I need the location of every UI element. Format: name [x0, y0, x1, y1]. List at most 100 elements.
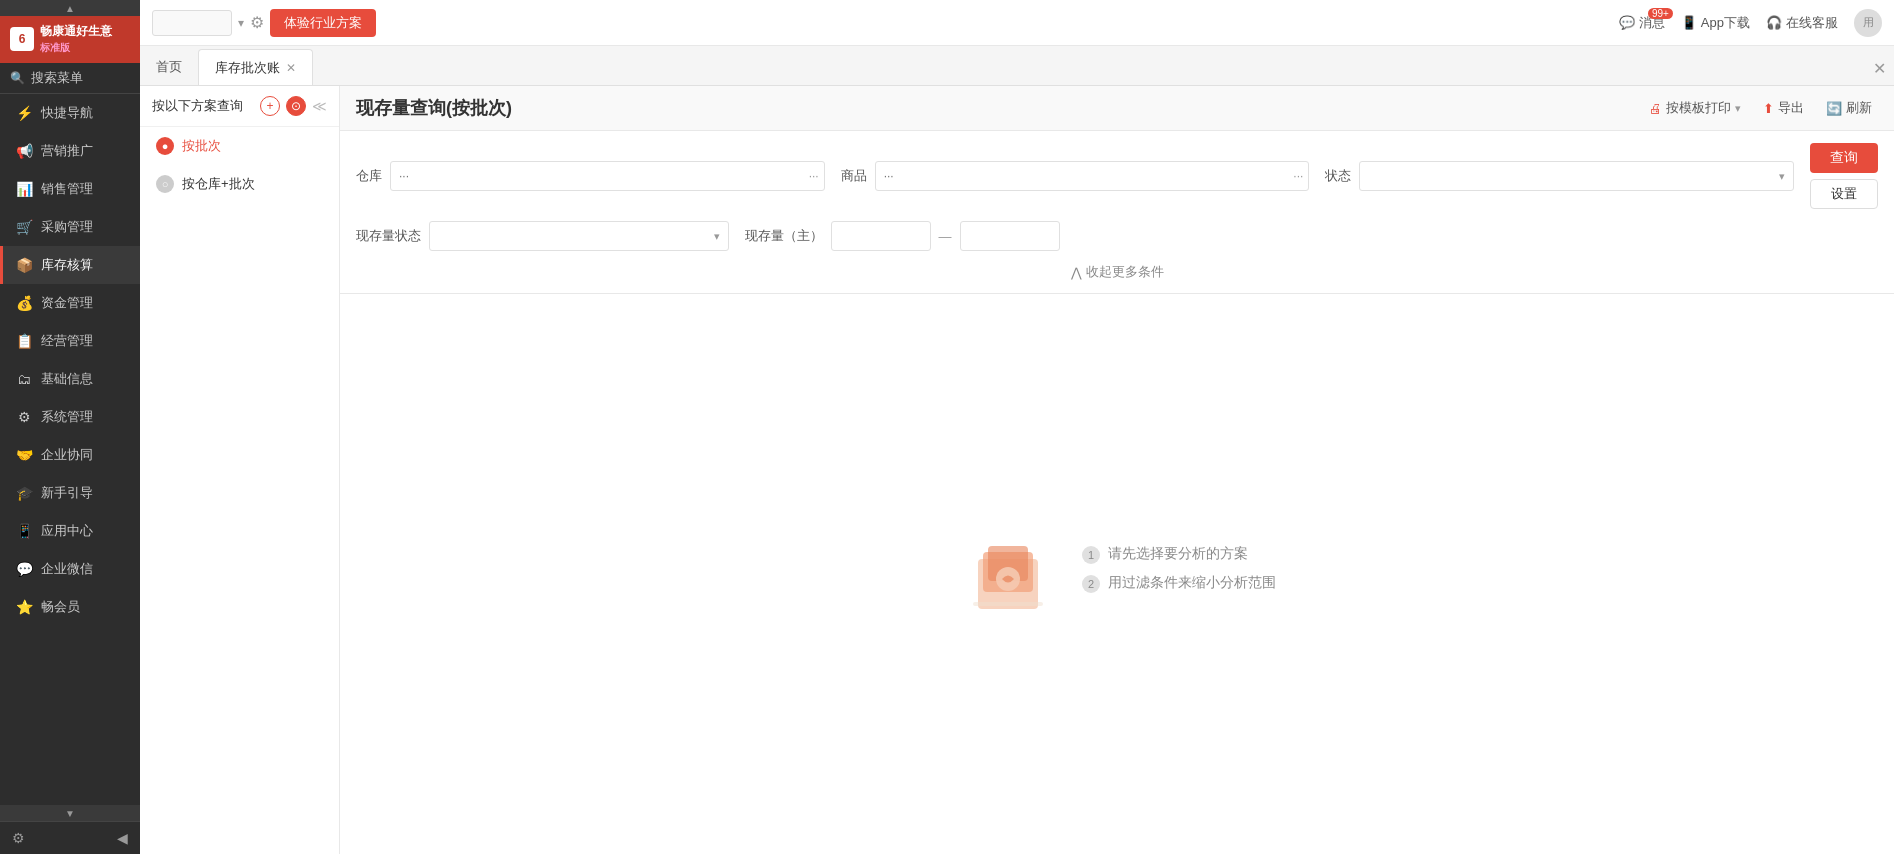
collapse-label: 收起更多条件 [1086, 263, 1164, 281]
product-filter-group: 商品 ··· [841, 161, 1310, 191]
collapse-panel-icon[interactable]: ≪ [312, 98, 327, 114]
product-input-wrapper: ··· [875, 161, 1310, 191]
tab-home[interactable]: 首页 [140, 49, 198, 85]
sidebar-item-quick-nav[interactable]: ⚡ 快捷导航 [0, 94, 140, 132]
avatar: 用 [1854, 9, 1882, 37]
topbar-gear-icon[interactable]: ⚙ [250, 13, 264, 32]
export-label: 导出 [1778, 99, 1804, 117]
scheme-label-batch: 按批次 [182, 137, 221, 155]
manage-scheme-btn[interactable]: ⊙ [286, 96, 306, 116]
collapse-more-btn[interactable]: ⋀ 收起更多条件 [356, 263, 1878, 281]
qty-separator: — [939, 229, 952, 244]
sidebar-item-sales[interactable]: 📊 销售管理 [0, 170, 140, 208]
svg-rect-4 [973, 602, 1043, 606]
sidebar-item-purchase[interactable]: 🛒 采购管理 [0, 208, 140, 246]
sidebar-item-label: 系统管理 [41, 408, 93, 426]
basic-icon: 🗂 [15, 370, 33, 388]
sidebar-item-inventory[interactable]: 📦 库存核算 [0, 246, 140, 284]
chevron-down-icon[interactable]: ▾ [238, 16, 244, 30]
tab-close-icon[interactable]: ✕ [286, 61, 296, 75]
sidebar-scroll-up[interactable]: ▲ [0, 0, 140, 16]
page-header: 现存量查询(按批次) 🖨 按模板打印 ▾ ⬆ 导出 🔄 刷新 [340, 86, 1894, 131]
status-select[interactable]: ▾ [1359, 161, 1794, 191]
finance-icon: 💰 [15, 294, 33, 312]
warehouse-input[interactable] [390, 161, 825, 191]
settings-icon[interactable]: ⚙ [12, 830, 25, 846]
action-buttons: 查询 设置 [1810, 143, 1878, 209]
tabbar-global-close[interactable]: ✕ [1873, 58, 1886, 77]
print-btn[interactable]: 🖨 按模板打印 ▾ [1643, 96, 1747, 120]
add-scheme-btn[interactable]: + [260, 96, 280, 116]
tab-inventory-batch[interactable]: 库存批次账 ✕ [198, 49, 313, 85]
scheme-item-batch[interactable]: ● 按批次 [140, 127, 339, 165]
sidebar-search[interactable]: 🔍 搜索菜单 [0, 63, 140, 94]
inventory-qty-filter-group: 现存量（主） — [745, 221, 1118, 251]
inventory-qty-min-input[interactable] [831, 221, 931, 251]
page-header-actions: 🖨 按模板打印 ▾ ⬆ 导出 🔄 刷新 [1643, 96, 1878, 120]
filter-row-1: 仓库 ··· 商品 ··· [356, 143, 1878, 209]
settings-button[interactable]: 设置 [1810, 179, 1878, 209]
topbar: ▾ ⚙ 体验行业方案 💬 消息 99+ 📱 App下载 🎧 在线客服 用 [140, 0, 1894, 46]
message-icon: 💬 [1619, 15, 1635, 30]
user-avatar-btn[interactable]: 用 [1854, 9, 1882, 37]
inventory-qty-label: 现存量（主） [745, 227, 823, 245]
topbar-search-input[interactable] [152, 10, 232, 36]
product-input[interactable] [875, 161, 1310, 191]
sidebar-item-marketing[interactable]: 📢 营销推广 [0, 132, 140, 170]
inventory-status-select[interactable]: ▾ [429, 221, 729, 251]
app-download-btn[interactable]: 📱 App下载 [1681, 14, 1750, 32]
messages-btn[interactable]: 💬 消息 99+ [1619, 14, 1665, 32]
online-service-btn[interactable]: 🎧 在线客服 [1766, 14, 1838, 32]
sales-icon: 📊 [15, 180, 33, 198]
sidebar-item-operation[interactable]: 📋 经营管理 [0, 322, 140, 360]
empty-state-step-2: 2 用过滤条件来缩小分析范围 [1082, 574, 1276, 593]
right-content: 现存量查询(按批次) 🖨 按模板打印 ▾ ⬆ 导出 🔄 刷新 [340, 86, 1894, 854]
query-button[interactable]: 查询 [1810, 143, 1878, 173]
sidebar-item-label: 畅会员 [41, 598, 80, 616]
export-btn[interactable]: ⬆ 导出 [1757, 96, 1810, 120]
sidebar-scroll-down[interactable]: ▼ [0, 805, 140, 821]
sidebar-nav: ⚡ 快捷导航 📢 营销推广 📊 销售管理 🛒 采购管理 📦 库存核算 💰 资金管… [0, 94, 140, 805]
sidebar-header: 6 畅康通好生意 标准版 [0, 16, 140, 63]
inventory-status-label: 现存量状态 [356, 227, 421, 245]
trial-btn[interactable]: 体验行业方案 [270, 9, 376, 37]
collapse-icon: ⋀ [1071, 265, 1082, 280]
print-chevron-icon: ▾ [1735, 102, 1741, 115]
sidebar-item-basic[interactable]: 🗂 基础信息 [0, 360, 140, 398]
messages-badge: 99+ [1648, 8, 1673, 19]
operation-icon: 📋 [15, 332, 33, 350]
empty-state-illustration [958, 524, 1058, 624]
warehouse-more-icon[interactable]: ··· [809, 169, 819, 183]
download-icon: 📱 [1681, 15, 1697, 30]
sidebar: ▲ 6 畅康通好生意 标准版 🔍 搜索菜单 ⚡ 快捷导航 📢 营销推广 📊 销售… [0, 0, 140, 854]
sidebar-item-wechat[interactable]: 💬 企业微信 [0, 550, 140, 588]
product-label: 商品 [841, 167, 867, 185]
scheme-icon-warehouse-batch: ○ [156, 175, 174, 193]
refresh-icon: 🔄 [1826, 101, 1842, 116]
inventory-icon: 📦 [15, 256, 33, 274]
sidebar-item-enterprise[interactable]: 🤝 企业协同 [0, 436, 140, 474]
print-label: 按模板打印 [1666, 99, 1731, 117]
inventory-status-filter-group: 现存量状态 ▾ [356, 221, 729, 251]
scheme-item-warehouse-batch[interactable]: ○ 按仓库+批次 [140, 165, 339, 203]
product-more-icon[interactable]: ··· [1293, 169, 1303, 183]
sidebar-item-system[interactable]: ⚙ 系统管理 [0, 398, 140, 436]
inventory-qty-max-input[interactable] [960, 221, 1060, 251]
sidebar-item-newbie[interactable]: 🎓 新手引导 [0, 474, 140, 512]
sidebar-item-finance[interactable]: 💰 资金管理 [0, 284, 140, 322]
tab-home-label: 首页 [156, 58, 182, 76]
wechat-icon: 💬 [15, 560, 33, 578]
member-icon: ⭐ [15, 598, 33, 616]
collapse-sidebar-icon[interactable]: ◀ [117, 830, 128, 846]
step-1-circle: 1 [1082, 546, 1100, 564]
sidebar-item-appstore[interactable]: 📱 应用中心 [0, 512, 140, 550]
sidebar-item-member[interactable]: ⭐ 畅会员 [0, 588, 140, 626]
sidebar-item-label: 企业协同 [41, 446, 93, 464]
system-icon: ⚙ [15, 408, 33, 426]
refresh-btn[interactable]: 🔄 刷新 [1820, 96, 1878, 120]
content-area: 按以下方案查询 + ⊙ ≪ ● 按批次 ○ 按仓库+批次 现存量查询(按批次) [140, 86, 1894, 854]
sidebar-item-label: 快捷导航 [41, 104, 93, 122]
step-2-circle: 2 [1082, 575, 1100, 593]
inventory-status-chevron-icon: ▾ [714, 230, 720, 243]
headset-icon: 🎧 [1766, 15, 1782, 30]
